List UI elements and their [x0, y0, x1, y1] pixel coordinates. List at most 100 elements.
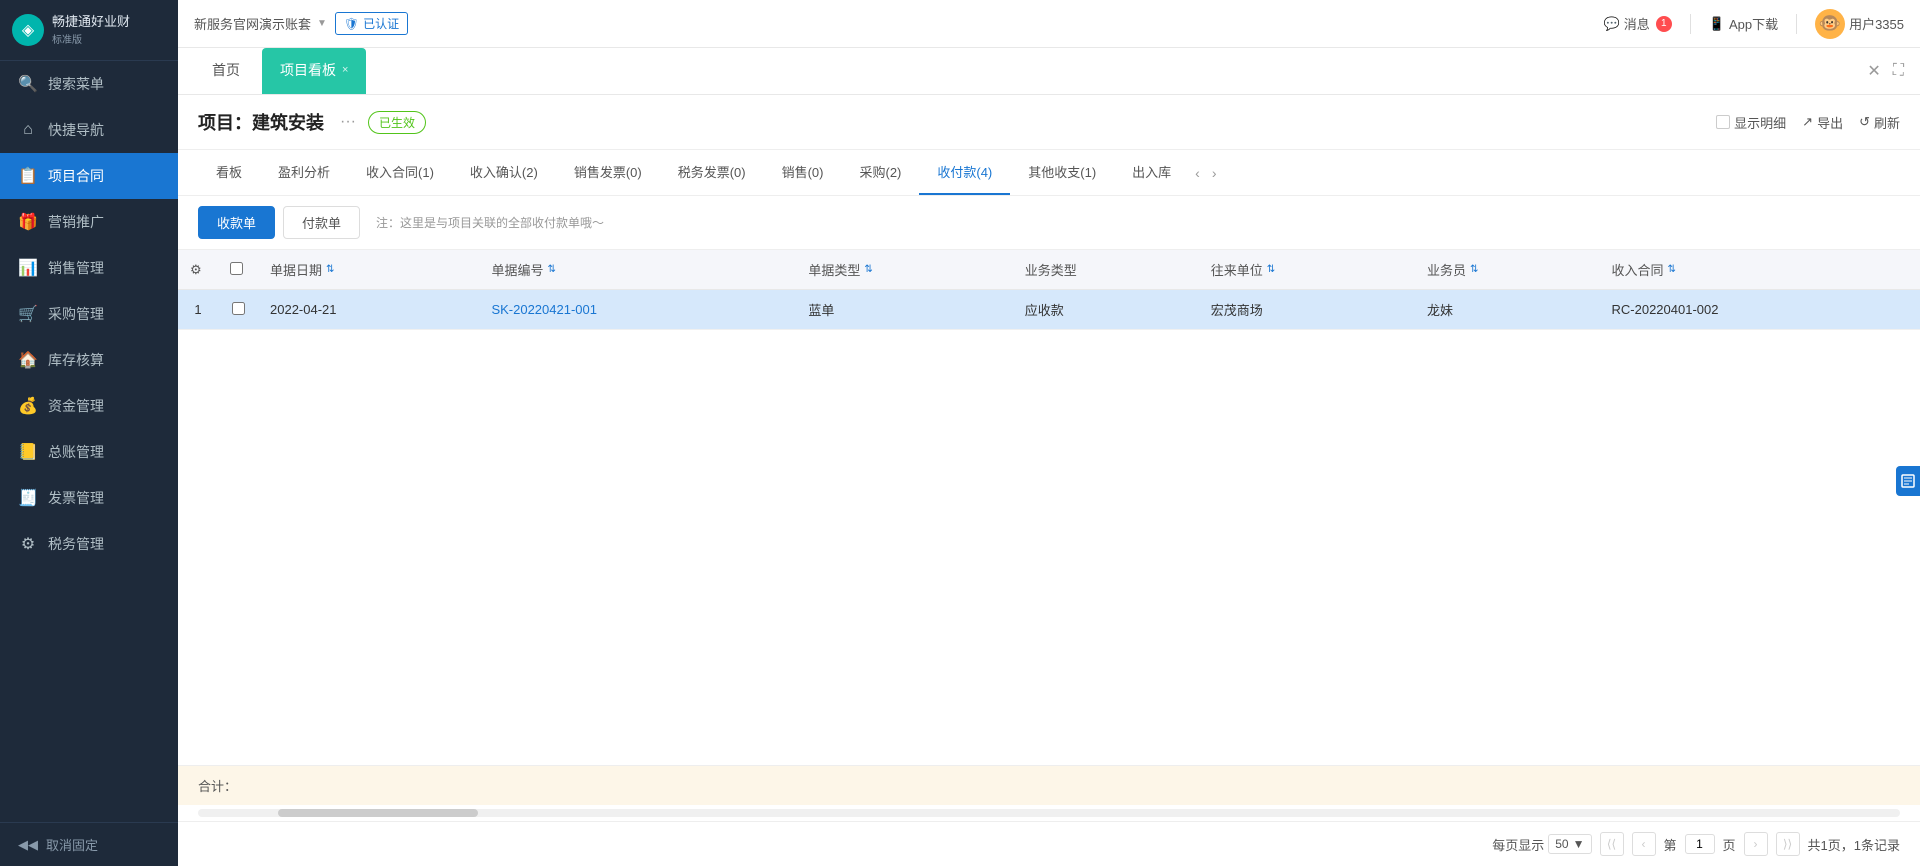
column-type[interactable]: 单据类型 ⇅: [796, 250, 1012, 290]
subnav-inout[interactable]: 出入库: [1114, 150, 1189, 195]
subnav-other[interactable]: 其他收支(1): [1010, 150, 1114, 195]
subnav-income-contract[interactable]: 收入合同(1): [348, 150, 452, 195]
row-checkbox[interactable]: [218, 290, 258, 330]
subnav-kanban[interactable]: 看板: [198, 150, 260, 195]
column-salesperson[interactable]: 业务员 ⇅: [1415, 250, 1600, 290]
subnav-purchase[interactable]: 采购(2): [841, 150, 919, 195]
show-detail-toggle[interactable]: 显示明细: [1716, 113, 1786, 132]
account-selector[interactable]: 新服务官网演示账套 ▼: [194, 14, 327, 33]
certified-badge: 🛡 已认证: [335, 12, 408, 35]
sort-number-icon: ⇅: [547, 264, 555, 275]
column-gear[interactable]: ⚙: [178, 250, 218, 290]
last-page-button[interactable]: ⟩⟩: [1776, 832, 1800, 856]
sidebar-item-ledger[interactable]: 📒 总账管理: [0, 429, 178, 475]
avatar: 🐵: [1815, 9, 1845, 39]
window-close-button[interactable]: ✕: [1867, 61, 1880, 81]
ledger-icon: 📒: [18, 442, 38, 462]
table-row[interactable]: 1 2022-04-21 SK-20220421-001 蓝单 应收款 宏茂商场: [178, 290, 1920, 330]
row-number[interactable]: SK-20220421-001: [479, 290, 796, 330]
topbar-right: 💬 消息 1 📱 App下载 🐵 用户3355: [1604, 9, 1904, 39]
sidebar-item-purchase[interactable]: 🛒 采购管理: [0, 291, 178, 337]
sales-icon: 📊: [18, 258, 38, 278]
row-income-contract: RC-20220401-002: [1600, 290, 1920, 330]
sidebar-item-sales[interactable]: 📊 销售管理: [0, 245, 178, 291]
cancel-pin-button[interactable]: ◀◀ 取消固定: [0, 822, 178, 866]
window-maximize-button[interactable]: ⛶: [1893, 62, 1904, 80]
receipt-tab-button[interactable]: 收款单: [198, 206, 275, 239]
row-biz-type: 应收款: [1013, 290, 1199, 330]
sidebar-item-quicknav[interactable]: ⌂ 快捷导航: [0, 107, 178, 153]
user-profile[interactable]: 🐵 用户3355: [1815, 9, 1904, 39]
subnav-payment[interactable]: 收付款(4): [919, 150, 1010, 195]
sort-salesperson-icon: ⇅: [1470, 264, 1478, 275]
row-number-link[interactable]: SK-20220421-001: [491, 302, 597, 317]
tab-home[interactable]: 首页: [194, 48, 258, 94]
select-all-checkbox[interactable]: [230, 262, 243, 275]
row-select-checkbox[interactable]: [232, 302, 245, 315]
sidebar-item-tax[interactable]: ⚙ 税务管理: [0, 521, 178, 567]
contract-icon: 📋: [18, 166, 38, 186]
shield-icon: 🛡: [344, 17, 359, 31]
sidebar-item-capital[interactable]: 💰 资金管理: [0, 383, 178, 429]
tab-close-icon[interactable]: ×: [342, 64, 348, 76]
sidebar-logo: ◈ 畅捷通好业财 标准版: [0, 0, 178, 61]
total-info: 共1页，1条记录: [1808, 835, 1900, 854]
gift-icon: 🎁: [18, 212, 38, 232]
sidebar-item-search[interactable]: 🔍 搜索菜单: [0, 61, 178, 107]
refresh-icon: ↺: [1859, 114, 1870, 130]
subnav-sales[interactable]: 销售(0): [764, 150, 842, 195]
scrollbar-thumb[interactable]: [278, 809, 478, 817]
sidebar-item-marketing[interactable]: 🎁 营销推广: [0, 199, 178, 245]
tabbar: 首页 项目看板 × ✕ ⛶: [178, 48, 1920, 95]
prev-page-button[interactable]: ‹: [1632, 832, 1656, 856]
capital-icon: 💰: [18, 396, 38, 416]
per-page-select[interactable]: 50 ▼: [1548, 834, 1591, 854]
app-download-button[interactable]: 📱 App下载: [1709, 14, 1778, 33]
row-salesperson: 龙妹: [1415, 290, 1600, 330]
horizontal-scrollbar[interactable]: [198, 809, 1900, 817]
sort-contract-icon: ⇅: [1668, 264, 1676, 275]
message-icon: 💬: [1604, 16, 1620, 32]
column-income-contract[interactable]: 收入合同 ⇅: [1600, 250, 1920, 290]
project-status-badge: 已生效: [368, 111, 426, 134]
home-icon: ⌂: [18, 121, 38, 139]
next-page-button[interactable]: ›: [1744, 832, 1768, 856]
sidebar-item-contract[interactable]: 📋 项目合同: [0, 153, 178, 199]
logo-text: 畅捷通好业财 标准版: [52, 14, 130, 46]
tab-project-board[interactable]: 项目看板 ×: [262, 48, 366, 94]
column-checkbox: [218, 250, 258, 290]
column-date[interactable]: 单据日期 ⇅: [258, 250, 479, 290]
sidebar-item-invoice-mgr[interactable]: 🧾 发票管理: [0, 475, 178, 521]
first-page-button[interactable]: ⟨⟨: [1600, 832, 1624, 856]
right-float-button[interactable]: [1896, 466, 1920, 496]
gear-icon: ⚙: [190, 262, 202, 277]
divider: [1690, 14, 1691, 34]
subtab-bar: 收款单 付款单 注：这里是与项目关联的全部收付款单哦～: [178, 196, 1920, 250]
tax-icon: ⚙: [18, 534, 38, 554]
subnav-income-confirm[interactable]: 收入确认(2): [452, 150, 556, 195]
column-biz-type: 业务类型: [1013, 250, 1199, 290]
note-icon: [1901, 474, 1915, 488]
sort-date-icon: ⇅: [326, 264, 334, 275]
subnav: 看板 盈利分析 收入合同(1) 收入确认(2) 销售发票(0) 税务发票(0): [178, 150, 1920, 196]
chevron-down-icon: ▼: [317, 18, 327, 29]
column-number[interactable]: 单据编号 ⇅: [479, 250, 796, 290]
subnav-arrow-right[interactable]: ›: [1206, 157, 1223, 189]
search-icon: 🔍: [18, 74, 38, 94]
export-button[interactable]: ↗ 导出: [1802, 113, 1843, 132]
payment-tab-button[interactable]: 付款单: [283, 206, 360, 239]
subnav-arrow-left[interactable]: ‹: [1189, 157, 1206, 189]
page-size-selector[interactable]: 每页显示 50 ▼: [1492, 834, 1591, 854]
subnav-sales-invoice[interactable]: 销售发票(0): [556, 150, 660, 195]
message-button[interactable]: 💬 消息 1: [1604, 14, 1672, 33]
page-number-input[interactable]: [1685, 834, 1715, 854]
pin-icon: ◀◀: [18, 837, 38, 853]
refresh-button[interactable]: ↺ 刷新: [1859, 113, 1900, 132]
sidebar-item-inventory[interactable]: 🏠 库存核算: [0, 337, 178, 383]
table-container: ⚙ 单据日期 ⇅: [178, 250, 1920, 765]
subnav-tax-invoice[interactable]: 税务发票(0): [660, 150, 764, 195]
detail-checkbox[interactable]: [1716, 115, 1730, 129]
column-partner[interactable]: 往来单位 ⇅: [1199, 250, 1415, 290]
subnav-profit[interactable]: 盈利分析: [260, 150, 348, 195]
project-more-button[interactable]: ···: [340, 113, 356, 131]
